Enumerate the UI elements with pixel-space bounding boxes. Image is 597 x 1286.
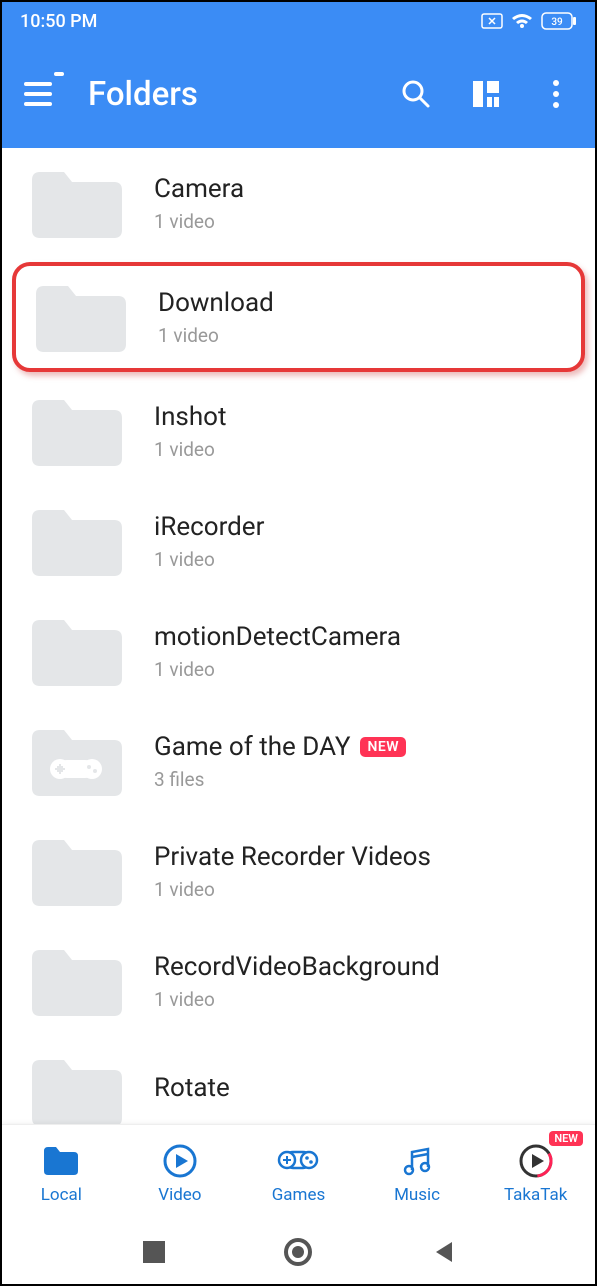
music-icon (400, 1141, 434, 1181)
folder-icon (26, 1052, 126, 1124)
game-folder-icon (26, 722, 126, 800)
folder-title: Download (158, 288, 274, 318)
page-title: Folders (88, 75, 399, 114)
folder-icon (26, 832, 126, 910)
folder-count-label: 1 video (154, 438, 227, 461)
folder-title: motionDetectCamera (154, 622, 401, 652)
grid-layout-icon (471, 79, 501, 109)
home-button[interactable] (278, 1232, 318, 1272)
folder-name-label: Download (158, 288, 274, 318)
folder-icon (26, 942, 126, 1020)
nav-label: Local (41, 1185, 82, 1205)
layout-button[interactable] (469, 77, 503, 111)
folder-texts: Camera 1 video (154, 174, 244, 233)
folder-count-label: 1 video (154, 988, 440, 1011)
status-bar: 10:50 PM 39 (2, 2, 595, 40)
folder-name-label: iRecorder (154, 512, 264, 542)
bottom-nav: Local Video Games Music TakaTak NEW (2, 1124, 595, 1220)
folder-name-label: Private Recorder Videos (154, 842, 431, 872)
folder-texts: Private Recorder Videos 1 video (154, 842, 431, 901)
folder-title: Camera (154, 174, 244, 204)
folder-icon (26, 612, 126, 690)
nav-label: TakaTak (504, 1185, 567, 1205)
more-vertical-icon (553, 80, 559, 108)
folder-item[interactable]: Download 1 video (12, 262, 585, 372)
folder-count-label: 1 video (154, 548, 264, 571)
new-badge: NEW (360, 737, 406, 757)
system-nav (2, 1220, 595, 1284)
more-button[interactable] (539, 77, 573, 111)
back-button[interactable] (423, 1232, 463, 1272)
takatak-icon (518, 1141, 554, 1181)
folder-item[interactable]: iRecorder 1 video (2, 486, 595, 596)
folder-list-container: Camera 1 video Download 1 video Inshot 1 vide… (2, 148, 595, 1124)
folder-item[interactable]: Inshot 1 video (2, 376, 595, 486)
gamepad-icon (277, 1141, 319, 1181)
nav-games[interactable]: Games (239, 1125, 358, 1220)
nav-video[interactable]: Video (121, 1125, 240, 1220)
folder-count-label: 1 video (158, 324, 274, 347)
notification-dot-icon (54, 72, 64, 76)
folder-title: Rotate (154, 1073, 230, 1103)
folder-texts: Inshot 1 video (154, 402, 227, 461)
wifi-icon (511, 12, 533, 30)
folder-count-label: 1 video (154, 210, 244, 233)
menu-button[interactable] (24, 76, 60, 112)
folder-count-label: 1 video (154, 658, 401, 681)
folder-texts: RecordVideoBackground 1 video (154, 952, 440, 1011)
folder-icon (26, 392, 126, 470)
folder-title: iRecorder (154, 512, 264, 542)
folder-title: Inshot (154, 402, 227, 432)
circle-icon (284, 1238, 312, 1266)
app-bar: Folders (2, 40, 595, 148)
folder-item[interactable]: RecordVideoBackground 1 video (2, 926, 595, 1036)
folder-texts: motionDetectCamera 1 video (154, 622, 401, 681)
folder-name-label: RecordVideoBackground (154, 952, 440, 982)
nav-takatak[interactable]: TakaTak NEW (476, 1125, 595, 1220)
recent-apps-button[interactable] (134, 1232, 174, 1272)
folder-name-label: Inshot (154, 402, 227, 432)
folder-icon (26, 164, 126, 242)
close-box-icon (481, 13, 503, 29)
folder-item[interactable]: motionDetectCamera 1 video (2, 596, 595, 706)
folder-name-label: Game of the DAY (154, 732, 350, 762)
nav-label: Video (158, 1185, 201, 1205)
folder-title: RecordVideoBackground (154, 952, 440, 982)
folder-icon (26, 502, 126, 580)
folder-filled-icon (42, 1141, 80, 1181)
folder-name-label: Rotate (154, 1073, 230, 1103)
svg-text:39: 39 (551, 17, 563, 28)
search-icon (401, 79, 431, 109)
play-circle-icon (162, 1141, 198, 1181)
nav-local[interactable]: Local (2, 1125, 121, 1220)
folder-item[interactable]: Game of the DAY NEW 3 files (2, 706, 595, 816)
nav-label: Music (394, 1185, 440, 1205)
folder-item[interactable]: Rotate (2, 1036, 595, 1124)
triangle-left-icon (432, 1240, 454, 1264)
folder-item[interactable]: Private Recorder Videos 1 video (2, 816, 595, 926)
search-button[interactable] (399, 77, 433, 111)
folder-count-label: 3 files (154, 768, 406, 791)
folder-title: Game of the DAY NEW (154, 732, 406, 762)
status-indicators: 39 (481, 12, 577, 30)
folder-texts: iRecorder 1 video (154, 512, 264, 571)
folder-texts: Rotate (154, 1073, 230, 1109)
folder-name-label: Camera (154, 174, 244, 204)
status-time: 10:50 PM (20, 11, 97, 32)
folder-item[interactable]: Camera 1 video (2, 148, 595, 258)
folder-count-label: 1 video (154, 878, 431, 901)
folder-texts: Game of the DAY NEW 3 files (154, 732, 406, 791)
folder-icon (30, 278, 130, 356)
folder-title: Private Recorder Videos (154, 842, 431, 872)
nav-music[interactable]: Music (358, 1125, 477, 1220)
battery-icon: 39 (541, 12, 577, 30)
new-badge: NEW (549, 1131, 583, 1146)
square-icon (143, 1241, 165, 1263)
nav-label: Games (272, 1185, 326, 1205)
folder-name-label: motionDetectCamera (154, 622, 401, 652)
folder-texts: Download 1 video (158, 288, 274, 347)
